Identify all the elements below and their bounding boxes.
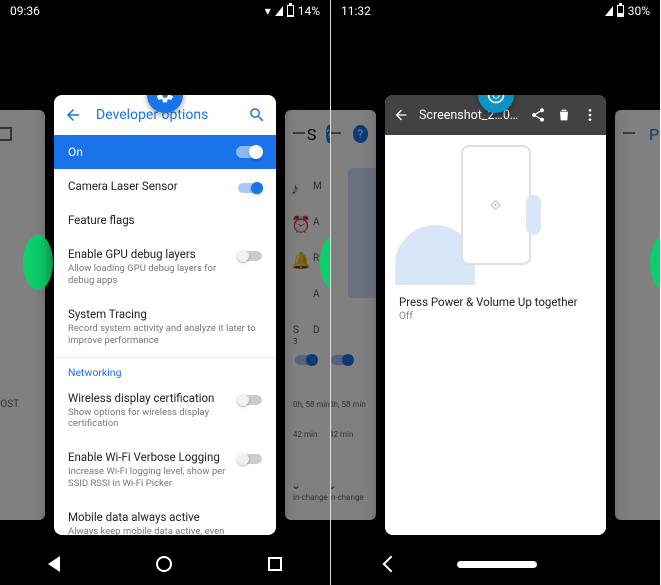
bell-icon: 🔔 [291,251,305,265]
music-note-icon: ♪ [291,179,305,193]
signal-icon [605,6,613,16]
footer-text: in-change [293,493,328,502]
row-camera-laser[interactable]: Camera Laser Sensor [54,169,276,203]
phone-left: 09:36 ▾ 14% POST S ? ♪M ⏰A 🔔R A [0,0,330,585]
peek-post-label: POST [0,399,19,410]
search-icon[interactable] [248,106,266,124]
back-arrow-icon[interactable] [64,106,82,124]
gear-icon [155,95,175,105]
caption-row[interactable]: Press Power & Volume Up together Off [385,285,606,332]
back-arrow-icon[interactable] [393,107,409,123]
recents-peek-right[interactable]: S ? ♪M ⏰A 🔔R A D S3 0h, 58 min 42 min ⌄ … [285,110,330,520]
nav-back-icon[interactable] [382,556,399,573]
share-icon[interactable] [530,107,546,123]
recents-peek-right[interactable]: P [615,110,660,520]
nav-recents-icon[interactable] [268,557,282,571]
toggle-gpu-debug[interactable] [238,251,262,261]
master-switch-row[interactable]: On [54,135,276,169]
toggle-camera-laser[interactable] [238,183,262,193]
nav-bar [0,543,330,585]
toggle-wdc[interactable] [238,395,262,405]
status-bar: 11:32 30% [331,0,660,22]
more-vert-icon[interactable] [582,107,598,123]
nav-home-pill[interactable] [457,561,537,568]
chevron-down-icon: ⌄ [291,478,301,492]
help-icon: ? [353,125,368,143]
duration-1: 0h, 58 min [293,400,330,409]
duration-2: 42 min [330,430,353,439]
signal-icon [275,6,283,16]
battery-percent: 14% [298,4,320,18]
row-gpu-debug[interactable]: Enable GPU debug layers Allow loading GP… [54,237,276,297]
mini-toggle [331,355,353,365]
battery-illustration [348,168,376,298]
footer-text: in-change [330,493,364,502]
recents-stage: ? 0h, 58 min 42 min ⌄ in-change P Screen… [331,95,660,535]
back-arrow-icon [330,126,343,142]
master-switch[interactable] [236,146,262,158]
chevron-down-icon: ⌄ [330,478,337,492]
vibrate-icon: ⟐ [490,198,501,214]
battery-icon [617,5,624,17]
mini-toggle [295,355,317,365]
clock: 11:32 [341,4,371,18]
nav-home-icon[interactable] [156,556,172,572]
row-system-tracing[interactable]: System Tracing Record system activity an… [54,297,276,357]
row-wifi-verbose[interactable]: Enable Wi-Fi Verbose Logging Increase Wi… [54,440,276,500]
row-feature-flags[interactable]: Feature flags [54,203,276,237]
trash-icon[interactable] [556,107,572,123]
row-mobile-data-active[interactable]: Mobile data always active Always keep mo… [54,500,276,535]
assistant-blob-left [23,235,53,290]
recents-peek-left[interactable]: ? 0h, 58 min 42 min ⌄ in-change [330,110,376,520]
nav-bar [331,543,660,585]
status-bar: 09:36 ▾ 14% [0,0,330,22]
recents-card-screenshot-viewer[interactable]: Screenshot_2…05… ⟐ Press Power & Volume … [385,95,606,535]
master-switch-label: On [68,145,83,159]
phone-right: 11:32 30% ? 0h, 58 min 42 min ⌄ in-chang… [330,0,660,585]
battery-percent: 30% [628,4,650,18]
duration-1: 0h, 58 min [330,400,366,409]
battery-icon [287,5,294,17]
tab-icon [0,127,12,141]
recents-stage: POST S ? ♪M ⏰A 🔔R A D S3 0h, 58 min 42 m… [0,95,330,535]
back-arrow-icon [293,126,297,142]
nav-back-icon[interactable] [48,556,60,572]
row-wireless-display-cert[interactable]: Wireless display certification Show opti… [54,381,276,441]
toggle-wifi-verbose[interactable] [238,454,262,464]
screenshot-illustration: ⟐ [385,135,606,285]
refresh-circle-icon [486,95,506,105]
section-networking: Networking [54,358,276,381]
alarm-icon: ⏰ [291,215,305,229]
wifi-icon: ▾ [265,4,271,18]
back-arrow-icon [623,126,639,142]
recents-card-developer-options[interactable]: Developer options On Camera Laser Sensor… [54,95,276,535]
recents-peek-left[interactable]: POST [0,110,45,520]
duration-2: 42 min [293,430,317,439]
peek-title-letter: S [307,125,317,144]
clock: 09:36 [10,4,40,18]
